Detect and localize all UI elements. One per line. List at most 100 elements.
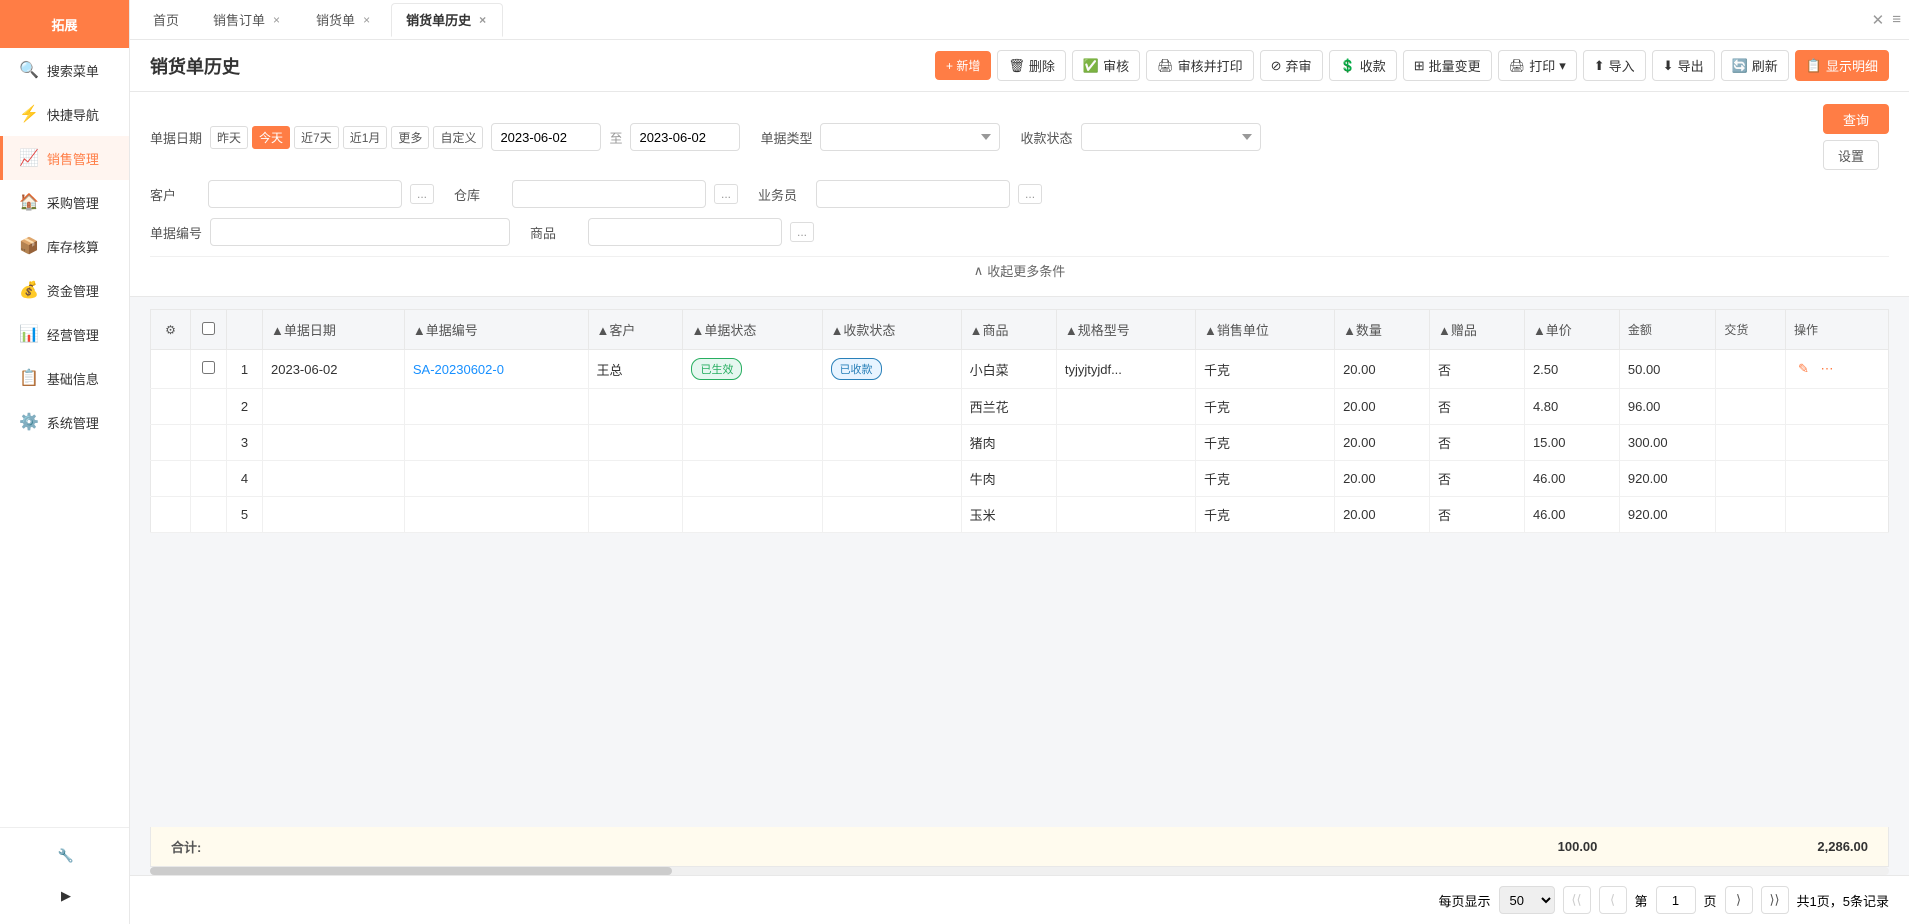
cell-amount-3: 920.00 (1619, 461, 1715, 497)
date-1month-btn[interactable]: 近1月 (343, 126, 388, 149)
tab-home[interactable]: 首页 (138, 3, 194, 37)
col-settings[interactable]: ⚙ (151, 310, 191, 350)
cell-quantity-0: 20.00 (1335, 350, 1430, 389)
cell-date-2 (263, 425, 405, 461)
sidebar-item-basic-info[interactable]: 📋 基础信息 (0, 356, 129, 400)
tab-close-sales-goods[interactable]: × (361, 13, 372, 27)
scrollbar-thumb[interactable] (150, 867, 672, 875)
filter-date: 单据日期 昨天 今天 近7天 近1月 更多 自定义 至 (150, 123, 740, 151)
sidebar-item-operations[interactable]: 📊 经营管理 (0, 312, 129, 356)
date-custom-btn[interactable]: 自定义 (433, 126, 483, 149)
customer-ellipsis-btn[interactable]: ... (410, 184, 434, 204)
cell-settings-1 (151, 389, 191, 425)
cell-actions-1 (1786, 389, 1889, 425)
collect-icon: 💲 (1340, 58, 1356, 74)
refresh-button[interactable]: 🔄 刷新 (1721, 50, 1789, 81)
delete-button[interactable]: 🗑 删除 (997, 50, 1066, 81)
review-button[interactable]: ✅ 审核 (1072, 50, 1140, 81)
tab-bar-menu-icon[interactable]: ≡ (1892, 11, 1901, 28)
date-yesterday-btn[interactable]: 昨天 (210, 126, 248, 149)
warehouse-ellipsis-btn[interactable]: ... (714, 184, 738, 204)
export-button[interactable]: ⬇ 导出 (1652, 50, 1715, 81)
tab-close-sales-order[interactable]: × (271, 13, 282, 27)
salesperson-ellipsis-btn[interactable]: ... (1018, 184, 1042, 204)
tab-close-sales-history[interactable]: × (477, 13, 488, 27)
col-doc-status: ▲单据状态 (683, 310, 822, 350)
print-button[interactable]: 🖨 打印 ▾ (1498, 50, 1577, 81)
prev-page-btn[interactable]: ⟨ (1599, 886, 1627, 914)
page-number-input[interactable] (1656, 886, 1696, 914)
cell-settings-2 (151, 425, 191, 461)
customer-input[interactable] (208, 180, 402, 208)
salesperson-input[interactable] (816, 180, 1010, 208)
col-quantity-label: ▲数量 (1343, 323, 1382, 338)
horizontal-scrollbar[interactable] (150, 867, 1889, 875)
row-checkbox-0[interactable] (202, 361, 215, 374)
doc-number-input[interactable] (210, 218, 510, 246)
tab-bar-close-icon[interactable]: ✕ (1872, 11, 1885, 29)
cell-date-0: 2023-06-02 (263, 350, 405, 389)
cell-docstatus-1 (683, 389, 822, 425)
payment-status-select[interactable] (1081, 123, 1261, 151)
sidebar-bottom-icon1[interactable]: 🔧 (0, 836, 129, 876)
import-button[interactable]: ⬆ 导入 (1583, 50, 1646, 81)
doc-status-badge: 已生效 (691, 358, 742, 380)
sidebar-item-quick-nav[interactable]: ⚡ 快捷导航 (0, 92, 129, 136)
collapse-button[interactable]: ∧ 收起更多条件 (150, 256, 1889, 284)
collect-button[interactable]: 💲 收款 (1329, 50, 1397, 81)
cell-spec-0: tyjyjtyjdf... (1056, 350, 1195, 389)
date-today-btn[interactable]: 今天 (252, 126, 290, 149)
date-more-btn[interactable]: 更多 (391, 126, 429, 149)
select-all-checkbox[interactable] (202, 322, 215, 335)
date-from-input[interactable] (491, 123, 601, 151)
table-row: 3 猪肉 千克 20.00 否 15.00 300.00 (151, 425, 1889, 461)
last-page-btn[interactable]: ⟩⟩ (1761, 886, 1789, 914)
cell-num-4: 5 (227, 497, 263, 533)
tab-sales-order[interactable]: 销售订单 × (198, 3, 297, 37)
sidebar-label-operations: 经营管理 (47, 325, 99, 344)
warehouse-input[interactable] (512, 180, 706, 208)
settings-button[interactable]: 设置 (1823, 140, 1879, 170)
query-button[interactable]: 查询 (1823, 104, 1889, 134)
cell-gift-3: 否 (1430, 461, 1525, 497)
payment-status-badge: 已收款 (831, 358, 882, 380)
show-details-button[interactable]: 📋 显示明细 (1795, 50, 1889, 81)
cell-goods-1: 西兰花 (961, 389, 1056, 425)
cell-docnum-4 (404, 497, 588, 533)
tab-sales-goods[interactable]: 销货单× (301, 3, 387, 37)
goods-ellipsis-btn[interactable]: ... (790, 222, 814, 242)
sidebar-item-system[interactable]: ⚙️ 系统管理 (0, 400, 129, 444)
sidebar-icon-search-menu: 🔍 (19, 60, 39, 80)
sidebar-item-purchase-mgmt[interactable]: 🏠 采购管理 (0, 180, 129, 224)
page-size-select[interactable]: 10 20 50 100 (1499, 886, 1555, 914)
collapse-arrow-icon: ∧ (974, 263, 984, 279)
sidebar-item-inventory[interactable]: 📦 库存核算 (0, 224, 129, 268)
tab-sales-history[interactable]: 销货单历史× (391, 3, 503, 37)
total-records: 共1页，5条记录 (1797, 891, 1889, 910)
sidebar-item-search-menu[interactable]: 🔍 搜索菜单 (0, 48, 129, 92)
sidebar-bottom: 🔧 ▶ (0, 827, 129, 924)
table-row: 2 西兰花 千克 20.00 否 4.80 96.00 (151, 389, 1889, 425)
cell-date-4 (263, 497, 405, 533)
sidebar-item-sales-mgmt[interactable]: 📈 销售管理 (0, 136, 129, 180)
col-unit-label: ▲销售单位 (1204, 323, 1269, 338)
doc-type-select[interactable] (820, 123, 1000, 151)
review-print-button[interactable]: 🖨 审核并打印 (1146, 50, 1254, 81)
tab-label-sales-order: 销售订单 (213, 10, 265, 29)
action-edit-btn[interactable]: ✎ (1794, 359, 1813, 378)
date-to-input[interactable] (630, 123, 740, 151)
cell-unitprice-4: 46.00 (1524, 497, 1619, 533)
filter-salesperson: 业务员 ... (758, 180, 1042, 208)
date-7days-btn[interactable]: 近7天 (294, 126, 339, 149)
goods-filter-input[interactable] (588, 218, 782, 246)
batch-change-button[interactable]: ⊞ 批量变更 (1403, 50, 1492, 81)
first-page-btn[interactable]: ⟨⟨ (1563, 886, 1591, 914)
action-more-btn[interactable]: ⋯ (1817, 359, 1838, 378)
sidebar-item-finance[interactable]: 💰 资金管理 (0, 268, 129, 312)
col-unit-price-label: ▲单价 (1533, 323, 1572, 338)
new-button[interactable]: + 新增 (935, 51, 991, 80)
cell-transaction-3 (1716, 461, 1786, 497)
sidebar-bottom-icon2[interactable]: ▶ (0, 876, 129, 916)
next-page-btn[interactable]: ⟩ (1725, 886, 1753, 914)
abandon-button[interactable]: ⊘ 弃审 (1260, 50, 1323, 81)
